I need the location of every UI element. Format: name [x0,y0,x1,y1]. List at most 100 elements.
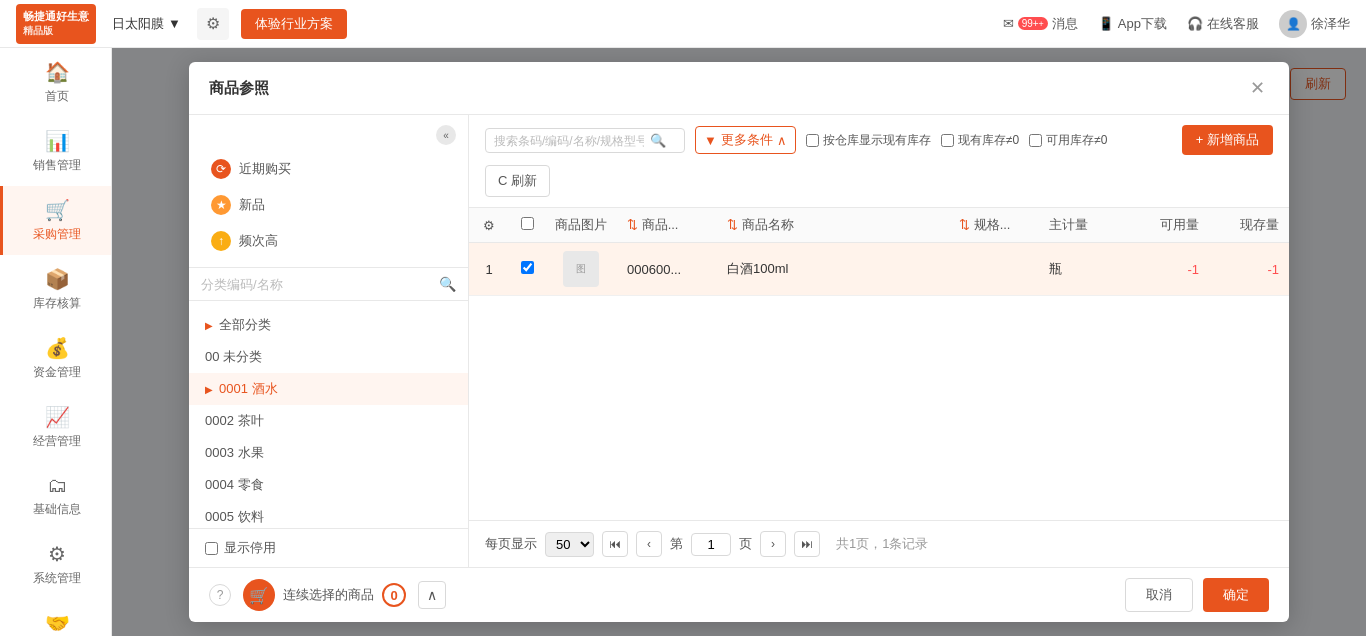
cat-liquor[interactable]: ▶ 0001 酒水 [189,373,468,405]
settings-icon[interactable]: ⚙ [197,8,229,40]
sidebar-item-inventory[interactable]: 📦 库存核算 [0,255,111,324]
inventory-icon: 📦 [45,267,70,291]
page-input[interactable] [691,533,731,556]
cat-tea-label: 0002 茶叶 [205,412,264,430]
modal-close-button[interactable]: ✕ [1245,76,1269,100]
show-disabled-area: 显示停用 [189,528,468,567]
branch-selector[interactable]: 日太阳膜 ▼ [112,15,185,33]
checkbox-warehouse-input[interactable] [806,134,819,147]
checkbox-stock-nonzero-input[interactable] [941,134,954,147]
select-all-checkbox[interactable] [521,217,534,230]
row-checkbox[interactable] [521,261,534,274]
sidebar-item-basic[interactable]: 🗂 基础信息 [0,462,111,530]
sidebar-item-purchase[interactable]: 🛒 采购管理 [0,186,111,255]
tab-freq[interactable]: ↑ 频次高 [201,225,456,257]
sidebar-label-operation: 经营管理 [33,433,81,450]
avatar: 👤 [1279,10,1307,38]
total-label: 共1页，1条记录 [836,535,928,553]
category-search-area: 🔍 [189,268,468,301]
cat-snack[interactable]: 0004 零食 [189,469,468,501]
main-layout: 🏠 首页 📊 销售管理 🛒 采购管理 📦 库存核算 💰 资金管理 📈 经营管理 … [0,48,1366,636]
refresh-button[interactable]: C 刷新 [485,165,550,197]
toolbar: 🔍 ▼ 更多条件 ∧ 按仓库显示现有库存 [469,115,1289,208]
cancel-button[interactable]: 取消 [1125,578,1193,612]
sort-icon-code[interactable]: ⇅ [627,217,638,232]
dropdown-icon: ▼ [168,16,181,31]
col-image-header: 商品图片 [545,208,617,243]
cart-count: 0 [382,583,406,607]
confirm-button[interactable]: 确定 [1203,578,1269,612]
row-num: 1 [469,243,509,296]
filter-button[interactable]: ▼ 更多条件 ∧ [695,126,796,154]
new-icon: ★ [211,195,231,215]
tab-new[interactable]: ★ 新品 [201,189,456,221]
tab-recent[interactable]: ⟳ 近期购买 [201,153,456,185]
row-unit: 瓶 [1039,243,1119,296]
add-product-button[interactable]: + 新增商品 [1182,125,1273,155]
sidebar-item-system[interactable]: ⚙ 系统管理 [0,530,111,599]
first-page-btn[interactable]: ⏮ [602,531,628,557]
page-suffix: 页 [739,535,752,553]
sort-icon-spec[interactable]: ⇅ [959,217,970,232]
sidebar-item-finance[interactable]: 💰 资金管理 [0,324,111,393]
checkbox-stock-nonzero[interactable]: 现有库存≠0 [941,132,1019,149]
modal-footer: ? 🛒 连续选择的商品 0 ∧ 取消 确定 [189,567,1289,622]
cat-all[interactable]: ▶ 全部分类 [189,309,468,341]
row-image-cell: 图 [545,243,617,296]
cat-liquor-label: 0001 酒水 [219,380,278,398]
message-button[interactable]: ✉ 99++ 消息 [1003,15,1078,33]
col-unit-header: 主计量 [1039,208,1119,243]
help-icon[interactable]: ? [209,584,231,606]
purchase-icon: 🛒 [45,198,70,222]
sidebar-label-finance: 资金管理 [33,364,81,381]
page-label: 第 [670,535,683,553]
category-search-icon[interactable]: 🔍 [439,276,456,292]
show-disabled-label[interactable]: 显示停用 [224,539,276,557]
home-icon: 🏠 [45,60,70,84]
checkbox-avail-nonzero-input[interactable] [1029,134,1042,147]
category-search-input[interactable] [201,277,433,292]
next-page-btn[interactable]: › [760,531,786,557]
collapse-cart-btn[interactable]: ∧ [418,581,446,609]
last-page-btn[interactable]: ⏭ [794,531,820,557]
search-submit-icon[interactable]: 🔍 [650,133,666,148]
sidebar-item-sales[interactable]: 📊 销售管理 [0,117,111,186]
page-size-select[interactable]: 50 [545,532,594,557]
sidebar-item-enterprise[interactable]: 🤝 企业协同 [0,599,111,636]
app-download-button[interactable]: 📱 App下载 [1098,15,1167,33]
col-num: ⚙ [469,208,509,243]
sort-icon-name[interactable]: ⇅ [727,217,738,232]
row-name: 白酒100ml [717,243,949,296]
show-disabled-checkbox[interactable] [205,542,218,555]
checkbox-stock-nonzero-label: 现有库存≠0 [958,132,1019,149]
cat-tea[interactable]: 0002 茶叶 [189,405,468,437]
table-row: 1 图 000600... 白酒100ml 瓶 -1 -1 [469,243,1289,296]
col-spec-header: ⇅ 规格... [949,208,1039,243]
logo-line2: 精品版 [23,24,89,38]
cat-snack-label: 0004 零食 [205,476,264,494]
cat-unclassified-label: 00 未分类 [205,348,262,366]
checkbox-avail-nonzero[interactable]: 可用库存≠0 [1029,132,1107,149]
sidebar-item-home[interactable]: 🏠 首页 [0,48,111,117]
product-search-input[interactable] [494,133,644,148]
prev-page-btn[interactable]: ‹ [636,531,662,557]
cat-unclassified[interactable]: 00 未分类 [189,341,468,373]
col-name-header: ⇅ 商品名称 [717,208,949,243]
user-profile[interactable]: 👤 徐泽华 [1279,10,1350,38]
right-panel: 🔍 ▼ 更多条件 ∧ 按仓库显示现有库存 [469,115,1289,567]
app-label: App下载 [1118,15,1167,33]
product-table-container: ⚙ 商品图片 [469,208,1289,520]
settings-col-icon[interactable]: ⚙ [483,218,495,233]
cat-beverage[interactable]: 0005 饮料 [189,501,468,528]
cat-fruit[interactable]: 0003 水果 [189,437,468,469]
trial-button[interactable]: 体验行业方案 [241,9,347,39]
checkbox-warehouse[interactable]: 按仓库显示现有库存 [806,132,931,149]
service-label: 在线客服 [1207,15,1259,33]
sidebar-item-operation[interactable]: 📈 经营管理 [0,393,111,462]
sidebar-label-purchase: 采购管理 [33,226,81,243]
service-button[interactable]: 🎧 在线客服 [1187,15,1259,33]
footer-buttons: 取消 确定 [1125,578,1269,612]
freq-icon: ↑ [211,231,231,251]
left-panel: « ⟳ 近期购买 ★ 新品 ↑ [189,115,469,567]
collapse-button[interactable]: « [436,125,456,145]
